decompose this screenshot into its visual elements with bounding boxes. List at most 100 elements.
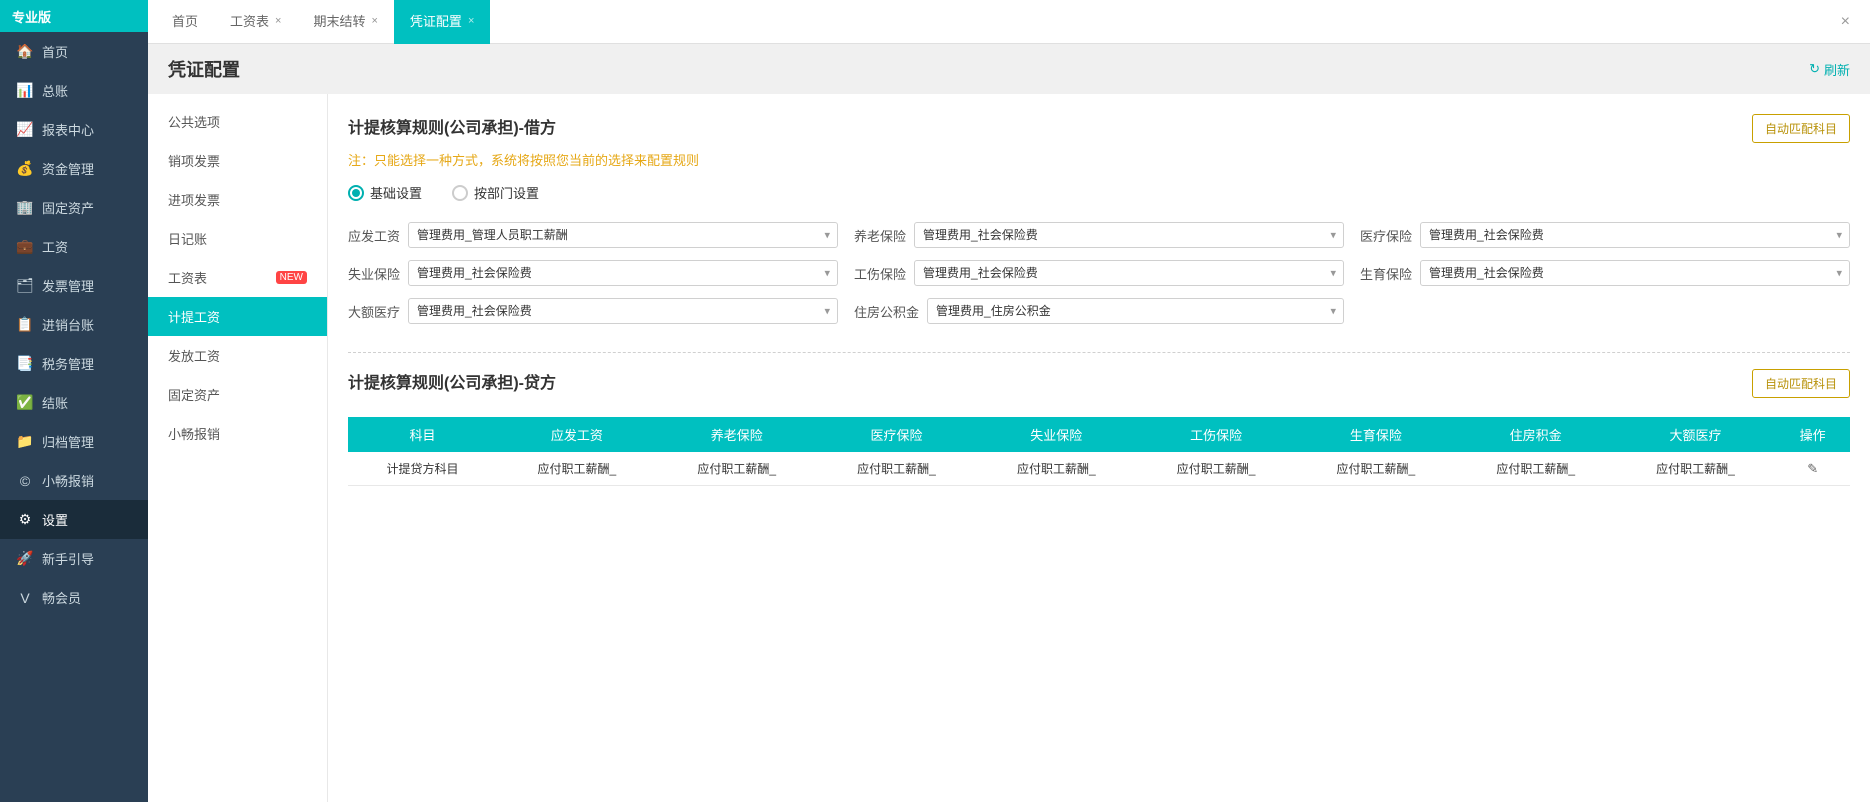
- archive-icon: 📁: [16, 433, 34, 450]
- sidebar-item-xiaochang[interactable]: ©小畅报销: [0, 461, 148, 500]
- debit-field-2: 医疗保险 管理费用_社会保险费: [1360, 222, 1850, 248]
- credit-table: 科目应发工资养老保险医疗保险失业保险工伤保险生育保险住房积金大额医疗操作 计提贷…: [348, 417, 1850, 486]
- debit-select-1[interactable]: 管理费用_社会保险费: [914, 222, 1344, 248]
- sidebar-item-home[interactable]: 🏠首页: [0, 32, 148, 71]
- tab-home[interactable]: 首页: [156, 0, 214, 44]
- debit-select-3[interactable]: 管理费用_社会保险费: [408, 260, 838, 286]
- tab-close-salary-table[interactable]: ×: [275, 15, 281, 27]
- left-navigation: 公共选项销项发票进项发票日记账工资表NEW计提工资发放工资固定资产小畅报销: [148, 94, 328, 802]
- debit-select-wrap-1: 管理费用_社会保险费: [914, 222, 1344, 248]
- tab-label-salary-table: 工资表: [230, 11, 269, 30]
- debit-label-2: 医疗保险: [1360, 226, 1412, 245]
- debit-section: 计提核算规则(公司承担)-借方 注：只能选择一种方式，系统将按照您当前的选择来配…: [348, 114, 1850, 328]
- debit-select-wrap-0: 管理费用_管理人员职工薪酬: [408, 222, 838, 248]
- debit-label-0: 应发工资: [348, 226, 400, 245]
- tab-close-voucher-config[interactable]: ×: [468, 15, 474, 27]
- left-nav-xiaochang-expense[interactable]: 小畅报销: [148, 414, 327, 453]
- debit-select-6[interactable]: 管理费用_社会保险费: [408, 298, 838, 324]
- left-nav-public[interactable]: 公共选项: [148, 102, 327, 141]
- sidebar-item-ledger[interactable]: 📊总账: [0, 71, 148, 110]
- debit-label-7: 住房公积金: [854, 302, 919, 321]
- debit-select-7[interactable]: 管理费用_住房公积金: [927, 298, 1344, 324]
- debit-field-5: 生育保险 管理费用_社会保险费: [1360, 260, 1850, 286]
- credit-section: 计提核算规则(公司承担)-贷方 自动匹配科目 科目应发工资养老保险医疗保险失业保…: [348, 369, 1850, 486]
- debit-select-4[interactable]: 管理费用_社会保险费: [914, 260, 1344, 286]
- left-nav-label-journal: 日记账: [168, 229, 207, 248]
- credit-col-7: 住房积金: [1456, 417, 1616, 452]
- debit-label-6: 大额医疗: [348, 302, 400, 321]
- debit-label-5: 生育保险: [1360, 264, 1412, 283]
- sidebar: 专业版 🏠首页📊总账📈报表中心💰资金管理🏢固定资产💼工资🗂发票管理📋进销台账📑税…: [0, 0, 148, 802]
- content-area: 公共选项销项发票进项发票日记账工资表NEW计提工资发放工资固定资产小畅报销 计提…: [148, 94, 1870, 802]
- debit-select-2[interactable]: 管理费用_社会保险费: [1420, 222, 1850, 248]
- tab-close-period-close[interactable]: ×: [371, 15, 377, 27]
- left-nav-red-invoice[interactable]: 销项发票: [148, 141, 327, 180]
- credit-action-0[interactable]: ✎: [1775, 452, 1850, 486]
- left-nav-label-fixed-assets: 固定资产: [168, 385, 220, 404]
- sidebar-label-vip: 畅会员: [42, 588, 81, 607]
- sidebar-item-reports[interactable]: 📈 报表中心: [0, 110, 148, 149]
- debit-label-1: 养老保险: [854, 226, 906, 245]
- settings-icon: ⚙: [16, 511, 34, 528]
- radio-basic-circle: [348, 185, 364, 201]
- sidebar-item-archive[interactable]: 📁 归档管理: [0, 422, 148, 461]
- debit-select-0[interactable]: 管理费用_管理人员职工薪酬: [408, 222, 838, 248]
- left-nav-fixed-assets[interactable]: 固定资产: [148, 375, 327, 414]
- debit-label-4: 工伤保险: [854, 264, 906, 283]
- tab-label-voucher-config: 凭证配置: [410, 11, 462, 30]
- sidebar-item-guide[interactable]: 🚀 新手引导: [0, 539, 148, 578]
- debit-field-7: 住房公积金 管理费用_住房公积金: [854, 298, 1344, 324]
- left-nav-label-issue-salary: 发放工资: [168, 346, 220, 365]
- refresh-button[interactable]: ↻ 刷新: [1809, 60, 1850, 79]
- credit-cell-0-2: 应付职工薪酬_: [817, 452, 977, 486]
- tab-voucher-config[interactable]: 凭证配置 ×: [394, 0, 490, 44]
- close-all-button[interactable]: ×: [1829, 13, 1862, 31]
- credit-cell-0-1: 应付职工薪酬_: [657, 452, 817, 486]
- sidebar-item-invoice[interactable]: 🗂发票管理: [0, 266, 148, 305]
- credit-col-2: 养老保险: [657, 417, 817, 452]
- sidebar-label-settings: 设置: [42, 510, 68, 529]
- funds-icon: 💰: [16, 160, 34, 177]
- edit-icon-0[interactable]: ✎: [1807, 461, 1818, 476]
- sidebar-item-vip[interactable]: V畅会员: [0, 578, 148, 617]
- tab-salary-table[interactable]: 工资表 ×: [214, 0, 297, 44]
- sidebar-item-settings[interactable]: ⚙ 设置: [0, 500, 148, 539]
- tab-bar: 首页工资表×期末结转×凭证配置× ×: [148, 0, 1870, 44]
- sidebar-label-xiaochang: 小畅报销: [42, 471, 94, 490]
- debit-select-wrap-5: 管理费用_社会保险费: [1420, 260, 1850, 286]
- credit-col-3: 医疗保险: [817, 417, 977, 452]
- sidebar-item-sales[interactable]: 📋进销台账: [0, 305, 148, 344]
- sidebar-label-reports: 报表中心: [42, 120, 94, 139]
- sidebar-item-salary[interactable]: 💼工资: [0, 227, 148, 266]
- reports-icon: 📈: [16, 121, 34, 138]
- tab-period-close[interactable]: 期末结转×: [297, 0, 393, 44]
- radio-dept-setting[interactable]: 按部门设置: [452, 183, 539, 202]
- assets-icon: 🏢: [16, 199, 34, 216]
- left-nav-jiti-salary[interactable]: 计提工资: [148, 297, 327, 336]
- radio-dept-label: 按部门设置: [474, 183, 539, 202]
- left-nav-journal[interactable]: 日记账: [148, 219, 327, 258]
- guide-icon: 🚀: [16, 550, 34, 567]
- sidebar-item-assets[interactable]: 🏢固定资产: [0, 188, 148, 227]
- debit-auto-match-button[interactable]: 自动匹配科目: [1752, 114, 1850, 143]
- left-nav-label-public: 公共选项: [168, 112, 220, 131]
- sidebar-item-funds[interactable]: 💰资金管理: [0, 149, 148, 188]
- radio-basic-setting[interactable]: 基础设置: [348, 183, 422, 202]
- sidebar-item-tax[interactable]: 📑税务管理: [0, 344, 148, 383]
- debit-select-5[interactable]: 管理费用_社会保险费: [1420, 260, 1850, 286]
- sidebar-item-settle[interactable]: ✅结账: [0, 383, 148, 422]
- sidebar-label-guide: 新手引导: [42, 549, 94, 568]
- page-header: 凭证配置 ↻ 刷新: [148, 44, 1870, 94]
- sidebar-label-archive: 归档管理: [42, 432, 94, 451]
- left-nav-issue-salary[interactable]: 发放工资: [148, 336, 327, 375]
- sidebar-label-home: 首页: [42, 42, 68, 61]
- credit-auto-match-button[interactable]: 自动匹配科目: [1752, 369, 1850, 398]
- credit-cell-0-0: 应付职工薪酬_: [497, 452, 657, 486]
- new-badge-salary-table: NEW: [276, 271, 307, 284]
- debit-select-wrap-6: 管理费用_社会保险费: [408, 298, 838, 324]
- debit-field-4: 工伤保险 管理费用_社会保险费: [854, 260, 1344, 286]
- left-nav-salary-table[interactable]: 工资表NEW: [148, 258, 327, 297]
- credit-section-title: 计提核算规则(公司承担)-贷方: [348, 369, 556, 393]
- left-nav-input-invoice[interactable]: 进项发票: [148, 180, 327, 219]
- sales-icon: 📋: [16, 316, 34, 333]
